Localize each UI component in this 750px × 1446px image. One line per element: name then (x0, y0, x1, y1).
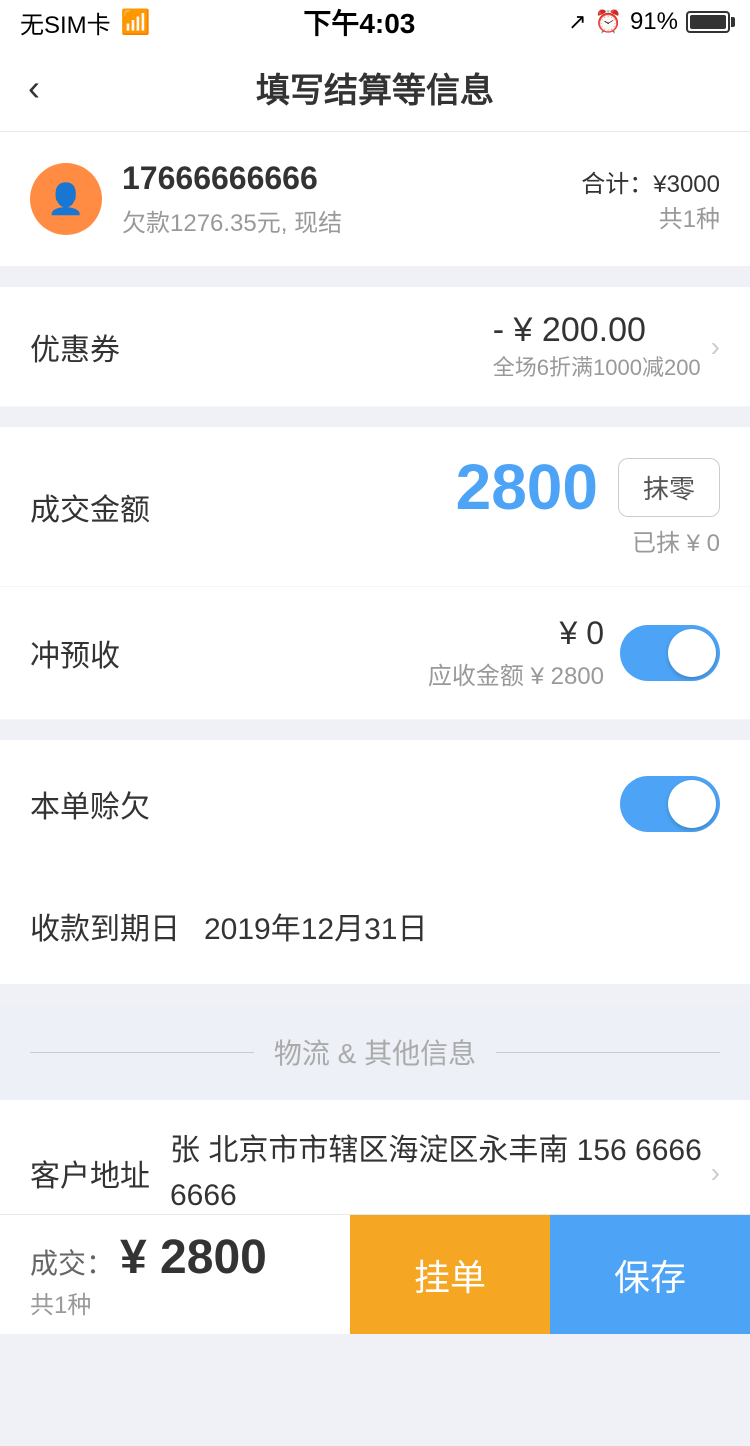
status-bar: 无SIM卡 📶 下午4:03 ↗ ⏰ 91% (0, 0, 750, 44)
duedate-label: 收款到期日 (30, 904, 180, 948)
alarm-icon: ⏰ (595, 9, 622, 35)
round-button[interactable]: 抹零 (618, 458, 720, 517)
customer-phone: 17666666666 (122, 160, 342, 197)
save-button[interactable]: 保存 (550, 1215, 750, 1334)
prepay-info: ¥ 0 应收金额 ¥ 2800 (428, 615, 604, 691)
logistics-label: 物流 & 其他信息 (274, 1032, 476, 1072)
deal-sub: 已抹 ¥ 0 (456, 523, 720, 558)
customer-right: 合计：¥3000 共1种 (581, 164, 720, 234)
customer-debt: 欠款1276.35元, 现结 (122, 203, 342, 238)
coupon-desc: 全场6折满1000减200 (493, 350, 701, 382)
prepay-label: 冲预收 (30, 631, 120, 675)
header-line-left (30, 1052, 254, 1053)
footer-deal-label: 成交： (30, 1242, 114, 1282)
avatar: 👤 (30, 163, 102, 235)
logistics-header: 物流 & 其他信息 (0, 1004, 750, 1100)
footer-info: 成交： ¥ 2800 共1种 (0, 1215, 350, 1334)
page-title: 填写结算等信息 (256, 63, 494, 112)
customer-card: 👤 17666666666 欠款1276.35元, 现结 合计：¥3000 共1… (0, 132, 750, 267)
toggle-knob (668, 629, 716, 677)
customer-left: 👤 17666666666 欠款1276.35元, 现结 (30, 160, 342, 238)
deal-right: 2800 抹零 (456, 455, 720, 519)
divider-2 (0, 407, 750, 427)
prepay-sub: 应收金额 ¥ 2800 (428, 656, 604, 691)
footer-amount: ¥ 2800 (120, 1230, 267, 1285)
wifi-icon: 📶 (121, 8, 151, 37)
footer: 成交： ¥ 2800 共1种 挂单 保存 (0, 1214, 750, 1334)
deal-label: 成交金额 (30, 485, 150, 529)
status-right: ↗ ⏰ 91% (568, 8, 730, 36)
divider-3 (0, 720, 750, 740)
pending-button[interactable]: 挂单 (350, 1215, 550, 1334)
duedate-row: 收款到期日 2019年12月31日 (0, 868, 750, 984)
status-time: 下午4:03 (303, 2, 415, 42)
prepay-right: ¥ 0 应收金额 ¥ 2800 (428, 615, 720, 691)
address-label: 客户地址 (30, 1151, 150, 1195)
writeoff-row: 本单赊欠 (0, 740, 750, 868)
divider-1 (0, 267, 750, 287)
prepay-toggle[interactable] (620, 625, 720, 681)
writeoff-toggle-knob (668, 780, 716, 828)
footer-count: 共1种 (30, 1285, 320, 1320)
carrier-label: 无SIM卡 (20, 5, 111, 40)
coupon-row[interactable]: 优惠券 - ¥ 200.00 全场6折满1000减200 › (0, 287, 750, 407)
coupon-discount: - ¥ 200.00 (493, 311, 701, 350)
status-left: 无SIM卡 📶 (20, 5, 151, 40)
chevron-right-icon-2: › (711, 1157, 720, 1189)
total-label: 合计：¥3000 (581, 164, 720, 199)
battery-percent: 91% (630, 8, 678, 36)
prepay-row: 冲预收 ¥ 0 应收金额 ¥ 2800 (0, 587, 750, 720)
duedate-value: 2019年12月31日 (204, 904, 427, 948)
writeoff-toggle[interactable] (620, 776, 720, 832)
divider-4 (0, 984, 750, 1004)
customer-info: 17666666666 欠款1276.35元, 现结 (122, 160, 342, 238)
chevron-right-icon: › (711, 331, 720, 363)
total-count: 共1种 (581, 199, 720, 234)
deal-row: 成交金额 2800 抹零 已抹 ¥ 0 (0, 427, 750, 587)
header-line-right (496, 1052, 720, 1053)
coupon-right: - ¥ 200.00 全场6折满1000减200 › (493, 311, 720, 382)
nav-bar: ‹ 填写结算等信息 (0, 44, 750, 132)
back-button[interactable]: ‹ (28, 67, 40, 109)
avatar-icon: 👤 (47, 182, 84, 217)
address-value: 张 北京市市辖区海淀区永丰南 156 6666 6666 (170, 1128, 711, 1218)
writeoff-label: 本单赊欠 (30, 782, 150, 826)
location-icon: ↗ (568, 9, 586, 35)
address-chevron: › (711, 1157, 720, 1189)
coupon-label: 优惠券 (30, 325, 120, 369)
prepay-amount: ¥ 0 (428, 615, 604, 652)
deal-amount: 2800 (456, 455, 598, 519)
battery-icon (686, 11, 730, 33)
